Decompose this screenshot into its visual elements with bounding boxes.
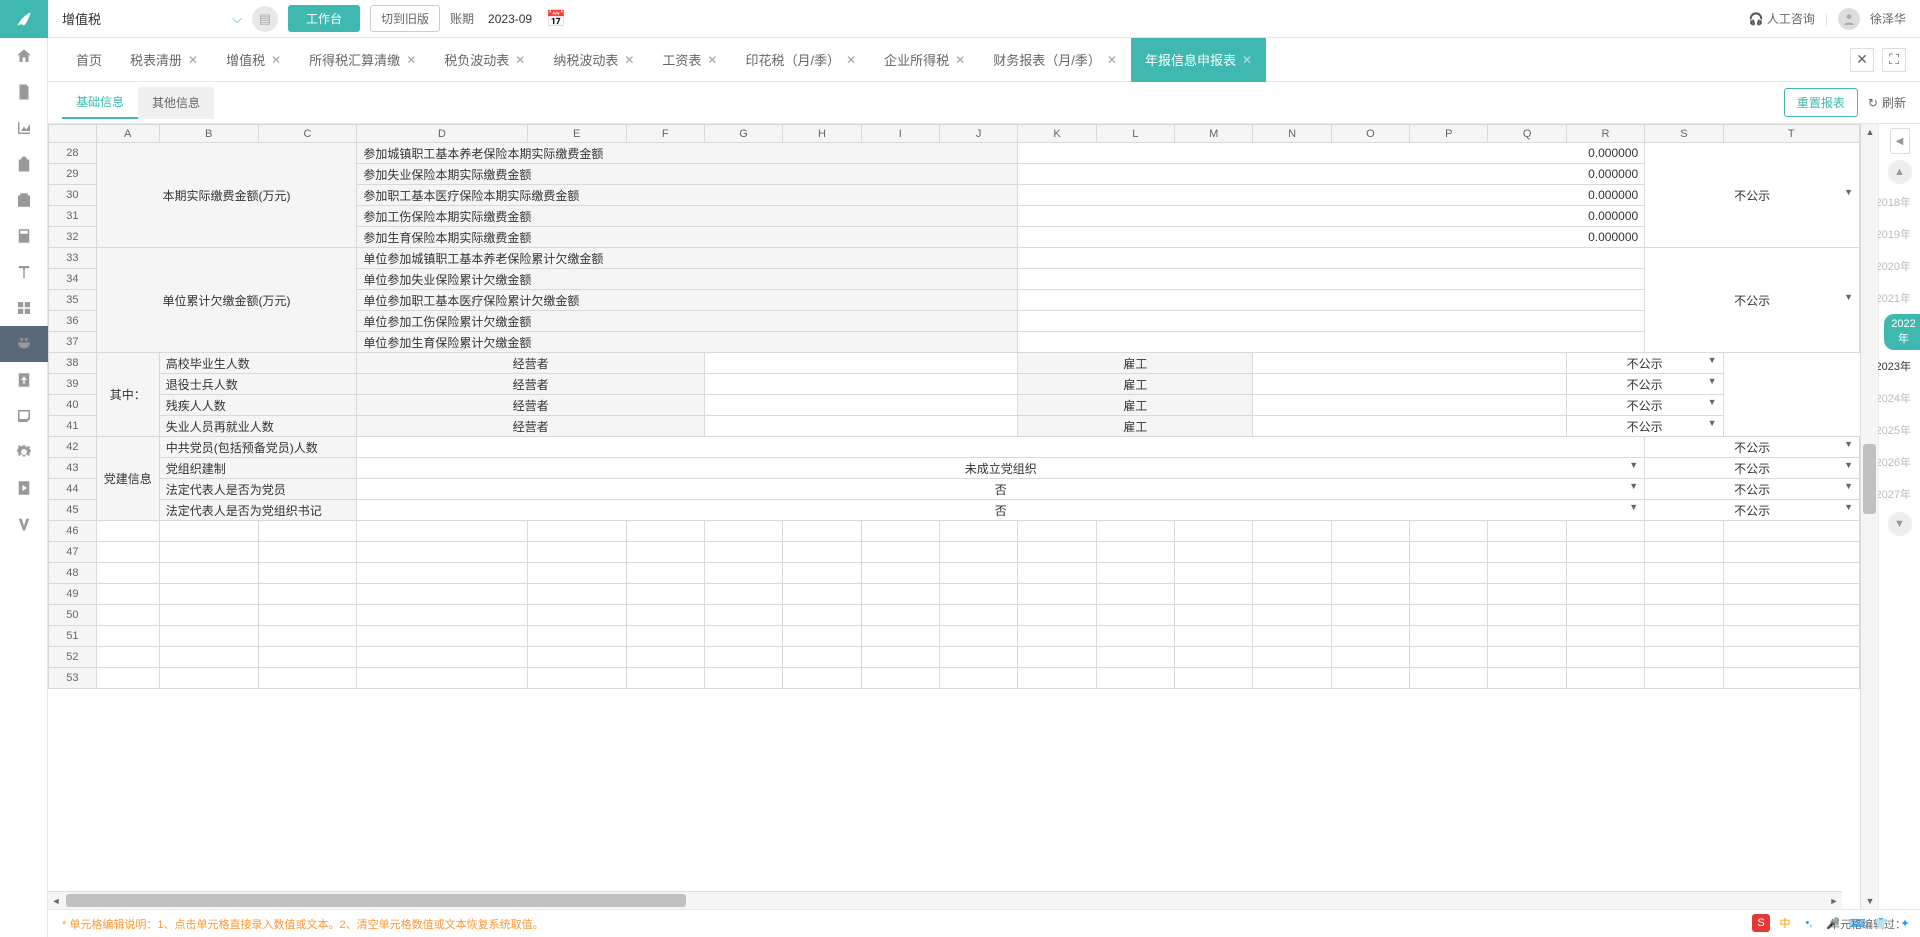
subtabs: 基础信息 其他信息 重置报表 ↻ 刷新 bbox=[48, 82, 1920, 124]
year-2018年[interactable]: 2018年 bbox=[1876, 186, 1920, 218]
tab-年报信息申报表[interactable]: 年报信息申报表✕ bbox=[1131, 38, 1266, 82]
tab-增值税[interactable]: 增值税✕ bbox=[212, 38, 295, 82]
tab-所得税汇算清缴[interactable]: 所得税汇算清缴✕ bbox=[295, 38, 430, 82]
year-rail: ◀ ▲ 2018年2019年2020年2021年2022年2023年2024年2… bbox=[1878, 124, 1920, 909]
tab-首页[interactable]: 首页 bbox=[62, 38, 116, 82]
nav-inbox-icon[interactable] bbox=[0, 398, 48, 434]
ime-taskbar: S 中 •, 🎤 ⌨ 👕 ✦ bbox=[1746, 909, 1920, 937]
avatar[interactable] bbox=[1838, 8, 1860, 30]
ime-skin-icon[interactable]: 👕 bbox=[1872, 914, 1890, 932]
year-2023年[interactable]: 2023年 bbox=[1876, 350, 1920, 382]
close-icon[interactable]: ✕ bbox=[1242, 53, 1252, 67]
close-icon[interactable]: ✕ bbox=[515, 53, 525, 67]
workspace-button[interactable]: 工作台 bbox=[288, 5, 360, 32]
year-2022年[interactable]: 2022年 bbox=[1884, 314, 1920, 350]
year-collapse-icon[interactable]: ◀ bbox=[1890, 128, 1910, 154]
nav-clipboard-icon[interactable] bbox=[0, 182, 48, 218]
tab-close-all-icon[interactable]: ✕ bbox=[1850, 48, 1874, 72]
ime-tool-icon[interactable]: ✦ bbox=[1896, 914, 1914, 932]
nav-calc-icon[interactable] bbox=[0, 218, 48, 254]
tab-税表清册[interactable]: 税表清册✕ bbox=[116, 38, 212, 82]
sidebar bbox=[0, 0, 48, 937]
year-2020年[interactable]: 2020年 bbox=[1876, 250, 1920, 282]
calendar-icon[interactable]: 📅 bbox=[546, 9, 566, 29]
reset-button[interactable]: 重置报表 bbox=[1784, 88, 1858, 117]
nav-v-icon[interactable] bbox=[0, 506, 48, 542]
ime-kbd-icon[interactable]: ⌨ bbox=[1848, 914, 1866, 932]
topbar: 增值税 ⌵ ▤ 工作台 切到旧版 账期 2023-09 📅 🎧 人工咨询 | 徐… bbox=[48, 0, 1920, 38]
year-2027年[interactable]: 2027年 bbox=[1876, 478, 1920, 510]
nav-active-icon[interactable] bbox=[0, 326, 48, 362]
note-icon[interactable]: ▤ bbox=[252, 6, 278, 32]
close-icon[interactable]: ✕ bbox=[1107, 53, 1117, 67]
year-up-icon[interactable]: ▲ bbox=[1888, 160, 1912, 184]
close-icon[interactable]: ✕ bbox=[188, 53, 198, 67]
tab-纳税波动表[interactable]: 纳税波动表✕ bbox=[539, 38, 648, 82]
spreadsheet[interactable]: ABCDEFGHIJKLMNOPQRST28本期实际缴费金额(万元)参加城镇职工… bbox=[48, 124, 1860, 891]
year-2026年[interactable]: 2026年 bbox=[1876, 446, 1920, 478]
tab-expand-icon[interactable]: ⛶ bbox=[1882, 48, 1906, 72]
nav-chart-icon[interactable] bbox=[0, 110, 48, 146]
close-icon[interactable]: ✕ bbox=[846, 53, 856, 67]
tab-工资表[interactable]: 工资表✕ bbox=[648, 38, 731, 82]
logo bbox=[0, 0, 48, 38]
period-label: 账期 bbox=[450, 10, 474, 27]
subtab-other[interactable]: 其他信息 bbox=[138, 87, 214, 119]
nav-text-icon[interactable] bbox=[0, 254, 48, 290]
subtab-basic[interactable]: 基础信息 bbox=[62, 87, 138, 119]
vertical-scrollbar[interactable]: ▲▼ bbox=[1860, 124, 1878, 909]
ime-punct-icon[interactable]: •, bbox=[1800, 914, 1818, 932]
period-value[interactable]: 2023-09 bbox=[488, 12, 532, 26]
year-2019年[interactable]: 2019年 bbox=[1876, 218, 1920, 250]
nav-play-icon[interactable] bbox=[0, 470, 48, 506]
tab-印花税（月/季）[interactable]: 印花税（月/季）✕ bbox=[731, 38, 870, 82]
year-2024年[interactable]: 2024年 bbox=[1876, 382, 1920, 414]
close-icon[interactable]: ✕ bbox=[955, 53, 965, 67]
close-icon[interactable]: ✕ bbox=[707, 53, 717, 67]
nav-doc-icon[interactable] bbox=[0, 74, 48, 110]
close-icon[interactable]: ✕ bbox=[271, 53, 281, 67]
footer: * 单元格编辑说明：1、点击单元格直接录入数值或文本。2、清空单元格数值或文本恢… bbox=[48, 909, 1920, 937]
ime-zh-icon[interactable]: 中 bbox=[1776, 914, 1794, 932]
year-2025年[interactable]: 2025年 bbox=[1876, 414, 1920, 446]
refresh-button[interactable]: ↻ 刷新 bbox=[1868, 94, 1906, 111]
tabs-bar: 首页税表清册✕增值税✕所得税汇算清缴✕税负波动表✕纳税波动表✕工资表✕印花税（月… bbox=[48, 38, 1920, 82]
nav-export-icon[interactable] bbox=[0, 362, 48, 398]
ime-mic-icon[interactable]: 🎤 bbox=[1824, 914, 1842, 932]
close-icon[interactable]: ✕ bbox=[624, 53, 634, 67]
horizontal-scrollbar[interactable]: ◄► bbox=[48, 891, 1842, 909]
footer-hint: * 单元格编辑说明：1、点击单元格直接录入数值或文本。2、清空单元格数值或文本恢… bbox=[62, 916, 544, 932]
tab-税负波动表[interactable]: 税负波动表✕ bbox=[430, 38, 539, 82]
nav-settings-icon[interactable] bbox=[0, 434, 48, 470]
year-2021年[interactable]: 2021年 bbox=[1876, 282, 1920, 314]
chevron-down-icon: ⌵ bbox=[232, 11, 242, 27]
nav-grid-icon[interactable] bbox=[0, 290, 48, 326]
support-link[interactable]: 🎧 人工咨询 bbox=[1749, 10, 1815, 27]
close-icon[interactable]: ✕ bbox=[406, 53, 416, 67]
username[interactable]: 徐泽华 bbox=[1870, 10, 1906, 27]
nav-home-icon[interactable] bbox=[0, 38, 48, 74]
ime-s-icon[interactable]: S bbox=[1752, 914, 1770, 932]
tab-财务报表（月/季）[interactable]: 财务报表（月/季）✕ bbox=[979, 38, 1131, 82]
year-down-icon[interactable]: ▼ bbox=[1888, 512, 1912, 536]
nav-bag-icon[interactable] bbox=[0, 146, 48, 182]
tab-企业所得税[interactable]: 企业所得税✕ bbox=[870, 38, 979, 82]
switch-old-button[interactable]: 切到旧版 bbox=[370, 5, 440, 32]
company-selector[interactable]: 增值税 ⌵ bbox=[62, 9, 242, 28]
